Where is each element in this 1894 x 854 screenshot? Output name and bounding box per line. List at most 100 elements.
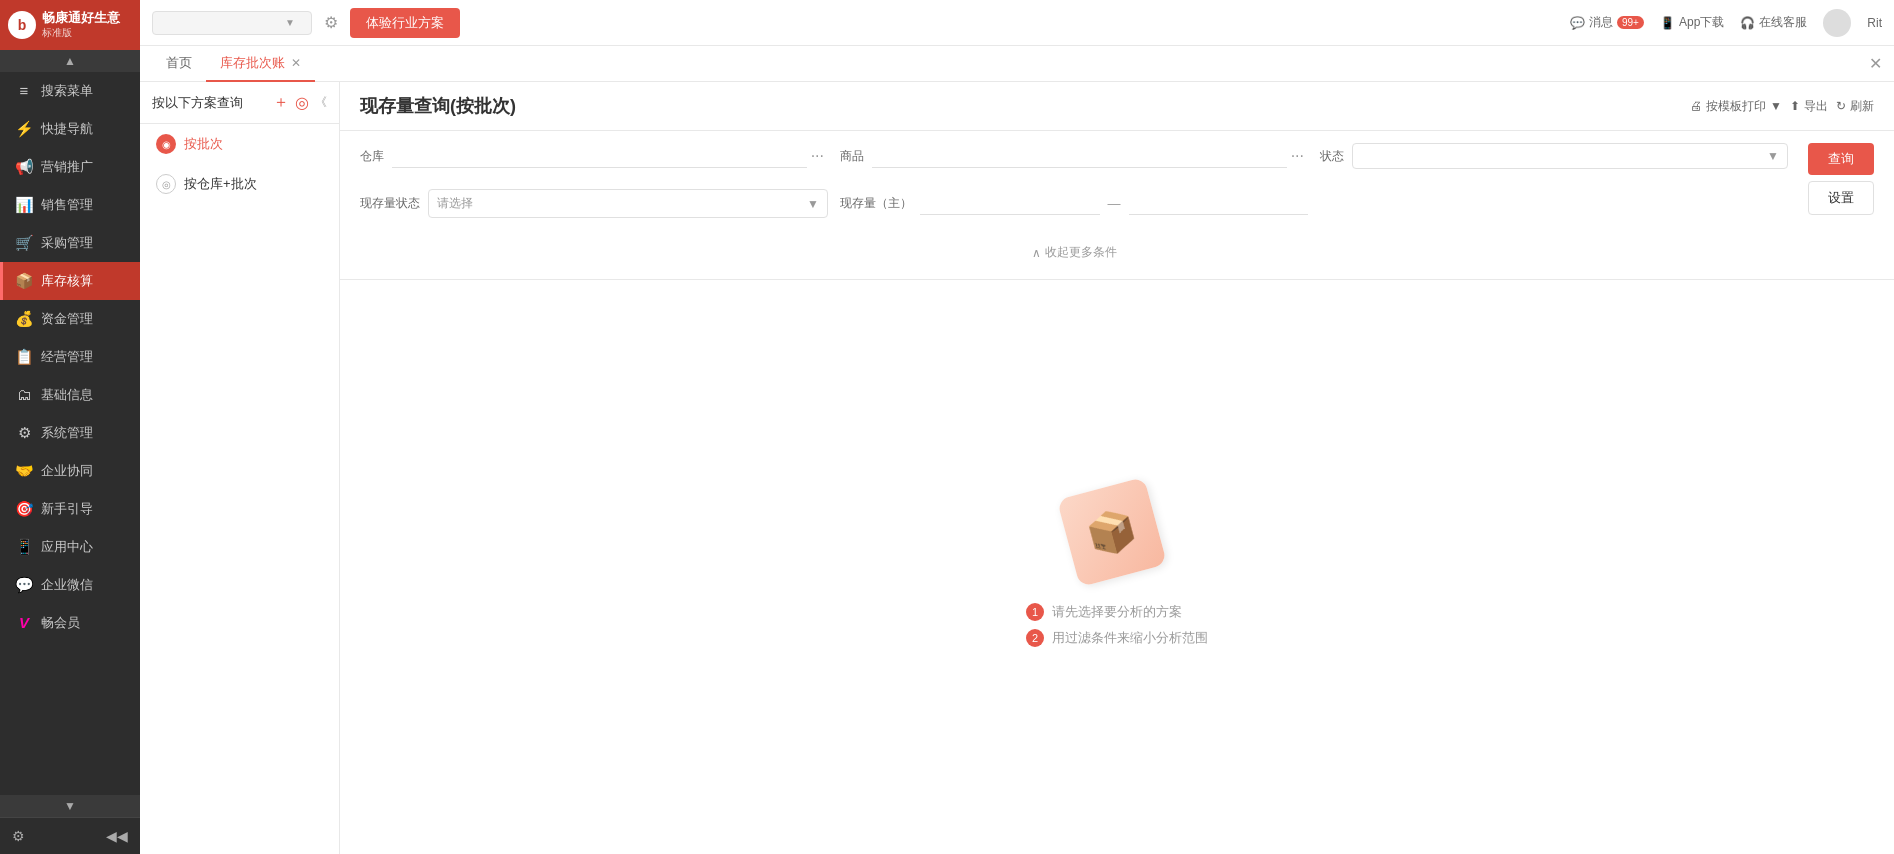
plan-item-by-warehouse-batch[interactable]: ◎ 按仓库+批次 [140, 164, 339, 204]
query-button[interactable]: 查询 [1808, 143, 1874, 175]
sidebar-label-purchase: 采购管理 [41, 234, 93, 252]
sidebar-item-quick-nav[interactable]: ⚡ 快捷导航 [0, 110, 140, 148]
sidebar-label-sales: 销售管理 [41, 196, 93, 214]
refresh-button[interactable]: ↻ 刷新 [1836, 98, 1874, 115]
print-button[interactable]: 🖨 按模板打印 ▼ [1690, 98, 1782, 115]
tab-home[interactable]: 首页 [152, 46, 206, 82]
topbar-gear-button[interactable]: ⚙ [320, 9, 342, 36]
stock-status-placeholder: 请选择 [437, 195, 473, 212]
sidebar-item-sales[interactable]: 📊 销售管理 [0, 186, 140, 224]
collapse-more-btn[interactable]: ∧ 收起更多条件 [360, 238, 1788, 267]
sidebar-item-wechat[interactable]: 💬 企业微信 [0, 566, 140, 604]
finance-icon: 💰 [15, 310, 33, 328]
message-button[interactable]: 💬 消息 99+ [1570, 14, 1644, 31]
sidebar-label-basics: 基础信息 [41, 386, 93, 404]
filter-stock-status: 现存量状态 请选择 ▼ [360, 189, 828, 218]
export-button[interactable]: ⬆ 导出 [1790, 98, 1828, 115]
sidebar-item-membership[interactable]: V 畅会员 [0, 604, 140, 642]
sidebar-item-purchase[interactable]: 🛒 采购管理 [0, 224, 140, 262]
settings-icon[interactable]: ⚙ [12, 828, 25, 844]
add-plan-button[interactable]: ＋ [273, 92, 289, 113]
newbie-icon: 🎯 [15, 500, 33, 518]
user-avatar[interactable] [1823, 9, 1851, 37]
filter-area: 仓库 ··· 商品 ··· [340, 131, 1894, 280]
print-icon: 🖨 [1690, 99, 1702, 113]
sidebar-item-system[interactable]: ⚙ 系统管理 [0, 414, 140, 452]
sales-icon: 📊 [15, 196, 33, 214]
warehouse-input[interactable] [392, 145, 807, 168]
refresh-icon: ↻ [1836, 99, 1846, 113]
tab-inventory-batch[interactable]: 库存批次账 ✕ [206, 46, 315, 82]
sidebar-label-membership: 畅会员 [41, 614, 80, 632]
sidebar-item-search-menu[interactable]: ≡ 搜索菜单 [0, 72, 140, 110]
range-dash: — [1108, 196, 1121, 211]
tip-text-2: 用过滤条件来缩小分析范围 [1052, 629, 1208, 647]
user-name: Rit [1867, 16, 1882, 30]
warehouse-more-icon[interactable]: ··· [807, 147, 828, 165]
page-header: 现存量查询(按批次) 🖨 按模板打印 ▼ ⬆ 导出 ↻ 刷新 [340, 82, 1894, 131]
tab-close-icon[interactable]: ✕ [291, 56, 301, 70]
search-dropdown-arrow[interactable]: ▼ [285, 17, 295, 28]
inventory-icon: 📦 [15, 272, 33, 290]
collapse-sidebar-icon[interactable]: ◀◀ [106, 828, 128, 844]
refresh-label: 刷新 [1850, 98, 1874, 115]
filter-row-1: 仓库 ··· 商品 ··· [360, 143, 1788, 169]
trial-button[interactable]: 体验行业方案 [350, 8, 460, 38]
sidebar-item-app-center[interactable]: 📱 应用中心 [0, 528, 140, 566]
app-edition: 标准版 [42, 26, 120, 40]
settings-plan-button[interactable]: ◎ [295, 93, 309, 112]
status-dropdown-icon: ▼ [1767, 149, 1779, 163]
stock-status-select[interactable]: 请选择 ▼ [428, 189, 828, 218]
left-panel-actions: ＋ ◎ 《 [273, 92, 327, 113]
print-dropdown-icon[interactable]: ▼ [1770, 99, 1782, 113]
wechat-icon: 💬 [15, 576, 33, 594]
sidebar-item-basics[interactable]: 🗂 基础信息 [0, 376, 140, 414]
sidebar-scroll-down[interactable]: ▼ [0, 795, 140, 817]
sidebar-item-operations[interactable]: 📋 经营管理 [0, 338, 140, 376]
sidebar: b 畅康通好生意 标准版 ▲ ≡ 搜索菜单 ⚡ 快捷导航 📢 营销推广 📊 销售… [0, 0, 140, 854]
app-name: 畅康通好生意 [42, 10, 120, 26]
app-download-icon: 📱 [1660, 16, 1675, 30]
collapse-icon: ∧ [1032, 246, 1041, 260]
warehouse-label: 仓库 [360, 148, 384, 165]
collapse-left-panel-button[interactable]: 《 [315, 94, 327, 111]
online-service-button[interactable]: 🎧 在线客服 [1740, 14, 1807, 31]
stock-amount-max-input[interactable] [1129, 192, 1309, 215]
sidebar-footer: ⚙ ◀◀ [0, 817, 140, 854]
app-download-button[interactable]: 📱 App下载 [1660, 14, 1724, 31]
marketing-icon: 📢 [15, 158, 33, 176]
sidebar-header: b 畅康通好生意 标准版 [0, 0, 140, 50]
topbar-search-input[interactable] [161, 16, 281, 30]
sidebar-item-marketing[interactable]: 📢 营销推广 [0, 148, 140, 186]
filter-stock-amount: 现存量（主） — [840, 192, 1308, 215]
page-title: 现存量查询(按批次) [360, 94, 516, 118]
sidebar-item-inventory[interactable]: 📦 库存核算 [0, 262, 140, 300]
quick-nav-icon: ⚡ [15, 120, 33, 138]
sidebar-label-operations: 经营管理 [41, 348, 93, 366]
stock-amount-min-input[interactable] [920, 192, 1100, 215]
print-label: 按模板打印 [1706, 98, 1766, 115]
collapse-label: 收起更多条件 [1045, 244, 1117, 261]
message-label: 消息 [1589, 14, 1613, 31]
settings-button[interactable]: 设置 [1808, 181, 1874, 215]
sidebar-item-newbie[interactable]: 🎯 新手引导 [0, 490, 140, 528]
plan-item-by-batch[interactable]: ◉ 按批次 [140, 124, 339, 164]
sidebar-scroll-up[interactable]: ▲ [0, 50, 140, 72]
product-more-icon[interactable]: ··· [1287, 147, 1308, 165]
sidebar-item-finance[interactable]: 💰 资金管理 [0, 300, 140, 338]
status-select[interactable]: ▼ [1352, 143, 1788, 169]
product-input[interactable] [872, 145, 1287, 168]
plan-active-icon: ◉ [156, 134, 176, 154]
filter-status: 状态 ▼ [1320, 143, 1788, 169]
sidebar-item-enterprise[interactable]: 🤝 企业协同 [0, 452, 140, 490]
empty-tip-1: 1 请先选择要分析的方案 [1026, 603, 1208, 621]
basics-icon: 🗂 [15, 386, 33, 403]
message-badge: 99+ [1617, 16, 1644, 29]
topbar-search-box[interactable]: ▼ [152, 11, 312, 35]
enterprise-icon: 🤝 [15, 462, 33, 480]
empty-tips: 1 请先选择要分析的方案 2 用过滤条件来缩小分析范围 [1026, 603, 1208, 647]
app-download-label: App下载 [1679, 14, 1724, 31]
tab-panel-close-icon[interactable]: ✕ [1869, 54, 1882, 73]
sidebar-label-inventory: 库存核算 [41, 272, 93, 290]
sidebar-label-search-menu: 搜索菜单 [41, 82, 93, 100]
